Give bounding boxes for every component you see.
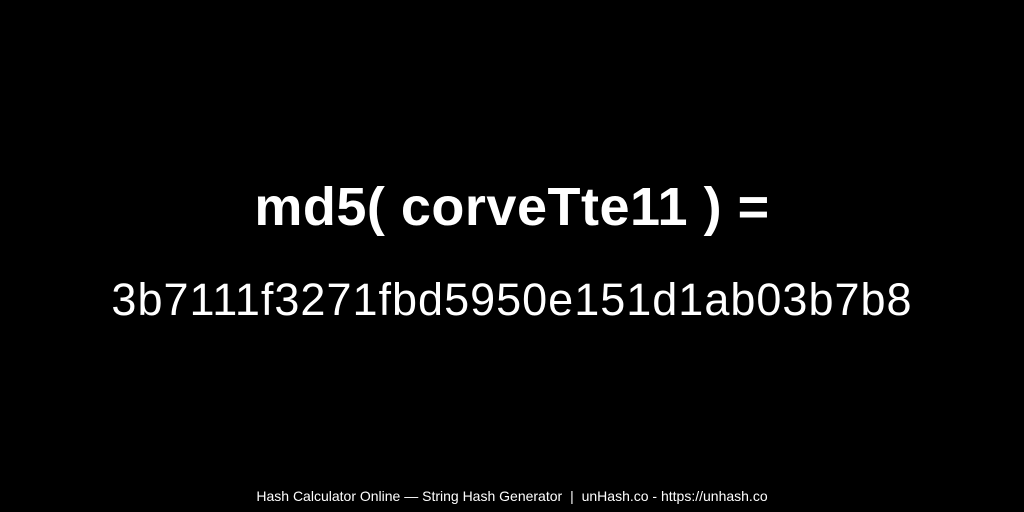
hash-result-card: md5( corveTte11 ) = 3b7111f3271fbd5950e1… [0, 0, 1024, 512]
footer-site-link[interactable]: unHash.co - https://unhash.co [582, 488, 768, 504]
footer-tagline: Hash Calculator Online — String Hash Gen… [256, 488, 562, 504]
hash-output: 3b7111f3271fbd5950e151d1ab03b7b8 [111, 274, 912, 326]
footer-separator: | [566, 488, 578, 504]
footer: Hash Calculator Online — String Hash Gen… [0, 488, 1024, 504]
hash-expression: md5( corveTte11 ) = [254, 176, 769, 238]
